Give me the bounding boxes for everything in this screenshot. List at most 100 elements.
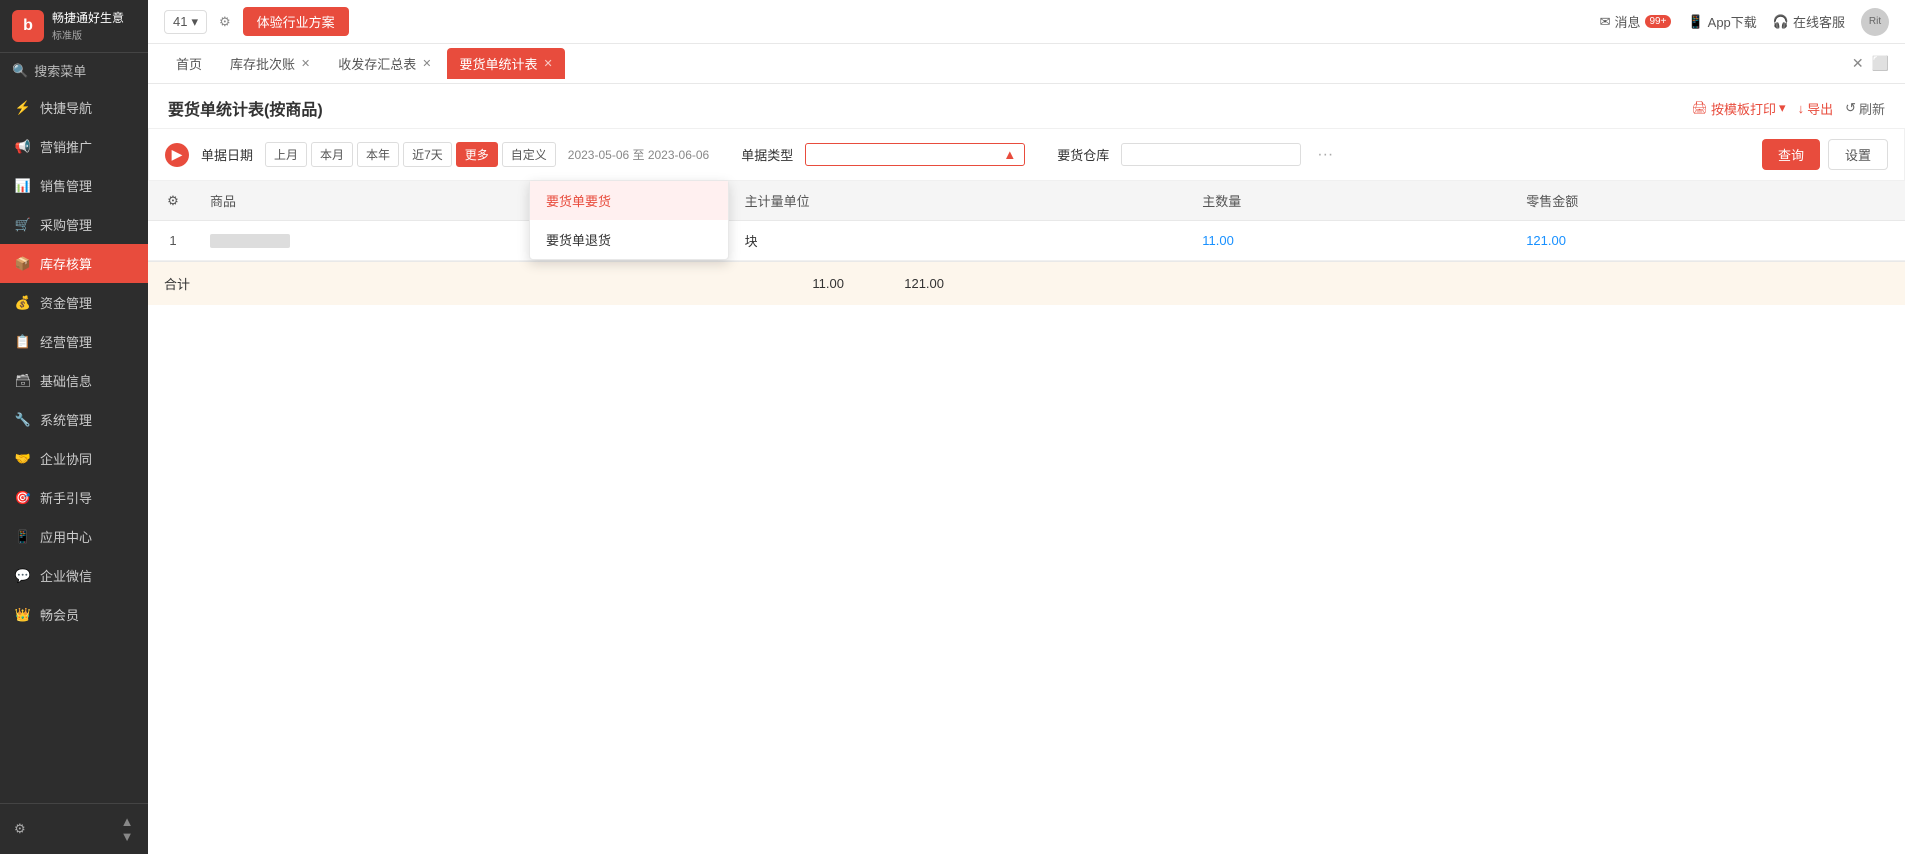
print-icon: 🖨 [1692,100,1709,116]
sidebar-item-sales[interactable]: 📊 销售管理 [0,166,148,205]
dropdown-item-order-return[interactable]: 要货单退货 [530,220,728,259]
sidebar-scroll: ▲ ▼ [120,814,134,844]
marketing-icon: 📢 [14,139,32,155]
trial-button[interactable]: 体验行业方案 [243,7,349,36]
tab-shipment-summary[interactable]: 收发存汇总表 ✕ [326,48,443,79]
search-icon: 🔍 [12,63,28,79]
sidebar-item-app-center[interactable]: 📱 应用中心 [0,517,148,556]
app-logo-icon: b [12,10,44,42]
row-quantity: 11.00 [1190,221,1514,261]
this-year-btn[interactable]: 本年 [357,142,399,167]
tab-close-shipment-summary[interactable]: ✕ [422,57,431,70]
inventory-icon: 📦 [14,256,32,272]
message-icon: ✉ [1600,14,1611,30]
sidebar-bottom: ⚙ ▲ ▼ [0,803,148,854]
query-button[interactable]: 查询 [1762,139,1820,170]
sidebar-logo: b 畅捷通好生意 标准版 [0,0,148,53]
sidebar-item-wechat[interactable]: 💬 企业微信 [0,556,148,595]
scroll-down-icon[interactable]: ▼ [120,829,134,844]
sidebar-item-purchase[interactable]: 🛒 采购管理 [0,205,148,244]
export-icon: ↓ [1798,101,1805,116]
column-settings-icon[interactable]: ⚙ [167,193,179,208]
this-month-btn[interactable]: 本月 [311,142,353,167]
user-avatar[interactable]: Rit [1861,8,1889,36]
page-title: 要货单统计表(按商品) [168,96,323,120]
close-window-icon[interactable]: ✕ [1852,55,1864,72]
settings-button[interactable]: 设置 [1828,139,1888,170]
messages-action[interactable]: ✉ 消息 99+ [1600,12,1672,31]
tab-bar: 首页 库存批次账 ✕ 收发存汇总表 ✕ 要货单统计表 ✕ ✕ ⬜ [148,44,1905,84]
sidebar-item-inventory[interactable]: 📦 库存核算 [0,244,148,283]
type-dropdown-menu: 要货单要货 要货单退货 [529,180,729,260]
tab-inventory-batch[interactable]: 库存批次账 ✕ [218,48,322,79]
sidebar-item-basics[interactable]: 🗃 基础信息 [0,361,148,400]
store-selector[interactable]: 41 ▾ [164,10,207,34]
last-month-btn[interactable]: 上月 [265,142,307,167]
scroll-up-icon[interactable]: ▲ [120,814,134,829]
more-dates-btn[interactable]: 更多 [456,142,498,167]
chevron-down-print-icon: ▾ [1779,100,1786,116]
sidebar-item-marketing[interactable]: 📢 营销推广 [0,127,148,166]
app-download-action[interactable]: 📱 App下载 [1687,12,1756,31]
main-area: 41 ▾ ⚙ 体验行业方案 ✉ 消息 99+ 📱 App下载 🎧 在线客服 Ri… [148,0,1905,854]
mobile-icon: 📱 [1687,14,1703,30]
quick-nav-icon: ⚡ [14,100,32,116]
filter-bar: ▶ 单据日期 上月 本月 本年 近7天 更多 自定义 2023-05-06 至 … [148,128,1905,181]
type-filter-select[interactable]: ▲ [805,143,1025,166]
date-filter-buttons: 上月 本月 本年 近7天 更多 自定义 [265,142,556,167]
warehouse-filter-input[interactable] [1121,143,1301,166]
last-7days-btn[interactable]: 近7天 [403,142,452,167]
sidebar-item-enterprise[interactable]: 🤝 企业协同 [0,439,148,478]
product-name-blurred [210,234,290,248]
tab-close-inventory-batch[interactable]: ✕ [301,57,310,70]
sidebar-item-system[interactable]: 🔧 系统管理 [0,400,148,439]
footer-total-label: 合计 [164,274,444,293]
guide-icon: 🎯 [14,490,32,506]
headset-icon: 🎧 [1773,14,1789,30]
warehouse-text [1130,147,1134,162]
app-brand: 畅捷通好生意 标准版 [52,10,124,42]
purchase-icon: 🛒 [14,217,32,233]
top-header: 41 ▾ ⚙ 体验行业方案 ✉ 消息 99+ 📱 App下载 🎧 在线客服 Ri… [148,0,1905,44]
row-retail-amount: 121.00 [1514,221,1905,261]
footer-retail-amount: 121.00 [864,276,964,291]
page-actions: 🖨 按模板打印 ▾ ↓ 导出 ↺ 刷新 [1692,99,1886,118]
refresh-action[interactable]: ↺ 刷新 [1845,99,1885,118]
col-retail-header: 零售金额 [1514,181,1905,221]
col-settings-header[interactable]: ⚙ [148,181,198,221]
settings-btn[interactable]: ⚙ [14,821,26,837]
header-right: ✉ 消息 99+ 📱 App下载 🎧 在线客服 Rit [1600,8,1889,36]
filter-more-icon[interactable]: ··· [1317,146,1333,164]
sidebar-item-operations[interactable]: 📋 经营管理 [0,322,148,361]
sidebar-item-guide[interactable]: 🎯 新手引导 [0,478,148,517]
filter-expand-button[interactable]: ▶ [165,143,189,167]
basics-icon: 🗃 [14,373,32,389]
footer-quantity: 11.00 [764,276,864,291]
table-row: 1 块 11.00 121.0 [148,221,1905,261]
col-unit-header: 主计量单位 [733,181,1191,221]
filter-actions: 查询 设置 [1762,139,1888,170]
type-select-chevron-up-icon: ▲ [1003,147,1016,162]
export-action[interactable]: ↓ 导出 [1798,99,1834,118]
tab-order-stats[interactable]: 要货单统计表 ✕ [447,48,564,79]
sales-icon: 📊 [14,178,32,194]
sidebar-item-membership[interactable]: 👑 畅会员 [0,595,148,634]
online-service-action[interactable]: 🎧 在线客服 [1773,12,1845,31]
table-footer: 合计 11.00 121.00 [148,261,1905,305]
sidebar-search[interactable]: 🔍 搜索菜单 [0,53,148,88]
tab-close-order-stats[interactable]: ✕ [544,57,553,70]
settings-gear-icon[interactable]: ⚙ [219,14,231,30]
custom-date-btn[interactable]: 自定义 [502,142,556,167]
chevron-down-icon: ▾ [191,14,198,30]
page-content: 要货单统计表(按商品) 🖨 按模板打印 ▾ ↓ 导出 ↺ 刷新 [148,84,1905,854]
type-select-text [814,147,997,162]
tab-window-controls: ✕ ⬜ [1852,55,1889,72]
sidebar-item-finance[interactable]: 💰 资金管理 [0,283,148,322]
tab-home[interactable]: 首页 [164,48,214,79]
print-action[interactable]: 🖨 按模板打印 ▾ [1692,99,1786,118]
operations-icon: 📋 [14,334,32,350]
maximize-icon[interactable]: ⬜ [1872,55,1889,72]
sidebar-item-quick-nav[interactable]: ⚡ 快捷导航 [0,88,148,127]
dropdown-item-order-goods[interactable]: 要货单要货 [530,181,728,220]
page-inner: 要货单统计表(按商品) 🖨 按模板打印 ▾ ↓ 导出 ↺ 刷新 [148,84,1905,854]
